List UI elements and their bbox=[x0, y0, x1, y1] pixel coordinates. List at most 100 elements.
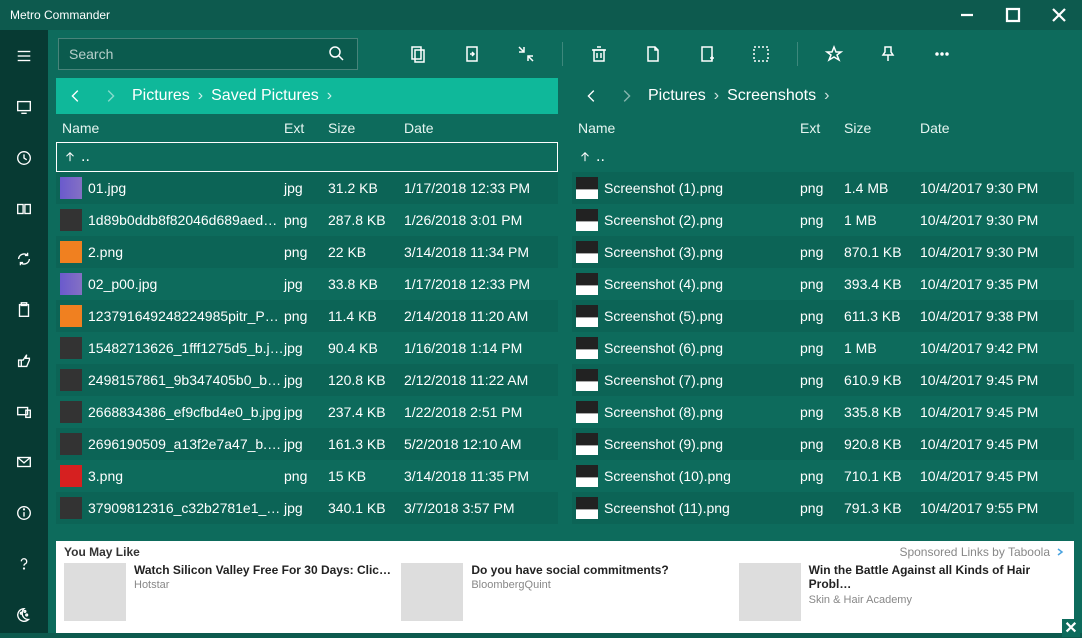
file-row[interactable]: Screenshot (6).pngpng1 MB10/4/2017 9:42 … bbox=[572, 332, 1074, 364]
panels-icon[interactable] bbox=[0, 190, 48, 227]
forward-button[interactable] bbox=[96, 82, 124, 110]
pin-button[interactable] bbox=[864, 34, 912, 74]
file-row[interactable]: Screenshot (3).pngpng870.1 KB10/4/2017 9… bbox=[572, 236, 1074, 268]
search-input[interactable] bbox=[69, 46, 327, 62]
more-button[interactable] bbox=[918, 34, 966, 74]
left-filelist[interactable]: .. 01.jpgjpg31.2 KB1/17/2018 12:33 PM1d8… bbox=[56, 142, 558, 535]
breadcrumb-seg[interactable]: Screenshots bbox=[725, 85, 818, 107]
ad-item[interactable]: Win the Battle Against all Kinds of Hair… bbox=[739, 563, 1066, 627]
breadcrumb-seg[interactable]: Pictures bbox=[130, 85, 192, 107]
col-date[interactable]: Date bbox=[404, 120, 554, 136]
device-icon[interactable] bbox=[0, 393, 48, 430]
thumbnail bbox=[60, 305, 82, 327]
select-button[interactable] bbox=[737, 34, 785, 74]
col-date[interactable]: Date bbox=[920, 120, 1070, 136]
file-size: 22 KB bbox=[328, 244, 404, 260]
file-row[interactable]: Screenshot (11).pngpng791.3 KB10/4/2017 … bbox=[572, 492, 1074, 524]
ad-item[interactable]: Do you have social commitments?Bloomberg… bbox=[401, 563, 728, 627]
thumbnail bbox=[576, 465, 598, 487]
file-row[interactable]: 37909812316_c32b2781e1_b.jpgjpg340.1 KB3… bbox=[56, 492, 558, 524]
compress-button[interactable] bbox=[502, 34, 550, 74]
up-row[interactable]: .. bbox=[572, 142, 1074, 172]
file-row[interactable]: 2696190509_a13f2e7a47_b.jpgjpg161.3 KB5/… bbox=[56, 428, 558, 460]
file-row[interactable]: Screenshot (5).pngpng611.3 KB10/4/2017 9… bbox=[572, 300, 1074, 332]
file-row[interactable]: Screenshot (9).pngpng920.8 KB10/4/2017 9… bbox=[572, 428, 1074, 460]
search-box[interactable] bbox=[58, 38, 358, 70]
col-ext[interactable]: Ext bbox=[284, 120, 328, 136]
breadcrumb-seg[interactable]: Saved Pictures bbox=[209, 85, 321, 107]
ad-item[interactable]: Watch Silicon Valley Free For 30 Days: C… bbox=[64, 563, 391, 627]
file-row[interactable]: 2.pngpng22 KB3/14/2018 11:34 PM bbox=[56, 236, 558, 268]
file-name: 123791649248224985pitr_Patch_i bbox=[88, 308, 284, 324]
file-row[interactable]: Screenshot (8).pngpng335.8 KB10/4/2017 9… bbox=[572, 396, 1074, 428]
move-button[interactable] bbox=[448, 34, 496, 74]
ad-title: Do you have social commitments? bbox=[471, 563, 668, 577]
file-ext: png bbox=[800, 212, 844, 228]
thumbnail bbox=[60, 209, 82, 231]
col-size[interactable]: Size bbox=[328, 120, 404, 136]
back-button[interactable] bbox=[62, 82, 90, 110]
delete-button[interactable] bbox=[575, 34, 623, 74]
file-row[interactable]: 123791649248224985pitr_Patch_ipng11.4 KB… bbox=[56, 300, 558, 332]
menu-button[interactable] bbox=[0, 38, 48, 75]
theme-icon[interactable] bbox=[0, 596, 48, 633]
thumbnail bbox=[60, 465, 82, 487]
monitor-icon[interactable] bbox=[0, 89, 48, 126]
file-date: 1/22/2018 2:51 PM bbox=[404, 404, 554, 420]
file-ext: png bbox=[800, 468, 844, 484]
ad-image bbox=[739, 563, 801, 621]
file-row[interactable]: Screenshot (4).pngpng393.4 KB10/4/2017 9… bbox=[572, 268, 1074, 300]
file-row[interactable]: Screenshot (1).pngpng1.4 MB10/4/2017 9:3… bbox=[572, 172, 1074, 204]
close-button[interactable] bbox=[1036, 0, 1082, 30]
ad-close-button[interactable]: ✕ bbox=[1062, 619, 1080, 637]
new-folder-button[interactable] bbox=[683, 34, 731, 74]
file-row[interactable]: Screenshot (7).pngpng610.9 KB10/4/2017 9… bbox=[572, 364, 1074, 396]
file-size: 161.3 KB bbox=[328, 436, 404, 452]
file-name: Screenshot (7).png bbox=[604, 372, 800, 388]
file-ext: png bbox=[284, 212, 328, 228]
col-name[interactable]: Name bbox=[60, 120, 284, 136]
ad-sponsor[interactable]: Sponsored Links by Taboola bbox=[899, 545, 1066, 559]
clipboard-icon[interactable] bbox=[0, 292, 48, 329]
file-row[interactable]: 15482713626_1fff1275d5_b.jpgjpg90.4 KB1/… bbox=[56, 332, 558, 364]
file-row[interactable]: 01.jpgjpg31.2 KB1/17/2018 12:33 PM bbox=[56, 172, 558, 204]
file-row[interactable]: 2498157861_9b347405b0_b.jpgjpg120.8 KB2/… bbox=[56, 364, 558, 396]
new-file-button[interactable] bbox=[629, 34, 677, 74]
file-ext: png bbox=[800, 372, 844, 388]
minimize-button[interactable] bbox=[944, 0, 990, 30]
file-size: 710.1 KB bbox=[844, 468, 920, 484]
maximize-button[interactable] bbox=[990, 0, 1036, 30]
mail-icon[interactable] bbox=[0, 444, 48, 481]
refresh-icon[interactable] bbox=[0, 241, 48, 278]
copy-button[interactable] bbox=[394, 34, 442, 74]
ad-image bbox=[64, 563, 126, 621]
file-row[interactable]: 02_p00.jpgjpg33.8 KB1/17/2018 12:33 PM bbox=[56, 268, 558, 300]
forward-button[interactable] bbox=[612, 82, 640, 110]
file-ext: png bbox=[284, 244, 328, 260]
file-row[interactable]: Screenshot (2).pngpng1 MB10/4/2017 9:30 … bbox=[572, 204, 1074, 236]
file-size: 31.2 KB bbox=[328, 180, 404, 196]
up-row[interactable]: .. bbox=[56, 142, 558, 172]
col-size[interactable]: Size bbox=[844, 120, 920, 136]
file-row[interactable]: 3.pngpng15 KB3/14/2018 11:35 PM bbox=[56, 460, 558, 492]
help-icon[interactable] bbox=[0, 546, 48, 583]
file-row[interactable]: 2668834386_ef9cfbd4e0_b.jpgjpg237.4 KB1/… bbox=[56, 396, 558, 428]
back-button[interactable] bbox=[578, 82, 606, 110]
like-icon[interactable] bbox=[0, 343, 48, 380]
col-name[interactable]: Name bbox=[576, 120, 800, 136]
file-name: 1d89b0ddb8f82046d689aed32adf bbox=[88, 212, 284, 228]
ad-source: Hotstar bbox=[134, 579, 391, 592]
file-name: 01.jpg bbox=[88, 180, 284, 196]
history-icon[interactable] bbox=[0, 140, 48, 177]
thumbnail bbox=[576, 273, 598, 295]
favorite-button[interactable] bbox=[810, 34, 858, 74]
right-filelist[interactable]: .. Screenshot (1).pngpng1.4 MB10/4/2017 … bbox=[572, 142, 1074, 535]
file-row[interactable]: Screenshot (10).pngpng710.1 KB10/4/2017 … bbox=[572, 460, 1074, 492]
info-icon[interactable] bbox=[0, 495, 48, 532]
breadcrumb-seg[interactable]: Pictures bbox=[646, 85, 708, 107]
file-size: 340.1 KB bbox=[328, 500, 404, 516]
col-ext[interactable]: Ext bbox=[800, 120, 844, 136]
file-name: 37909812316_c32b2781e1_b.jpg bbox=[88, 500, 284, 516]
file-ext: png bbox=[800, 308, 844, 324]
file-row[interactable]: 1d89b0ddb8f82046d689aed32adfpng287.8 KB1… bbox=[56, 204, 558, 236]
